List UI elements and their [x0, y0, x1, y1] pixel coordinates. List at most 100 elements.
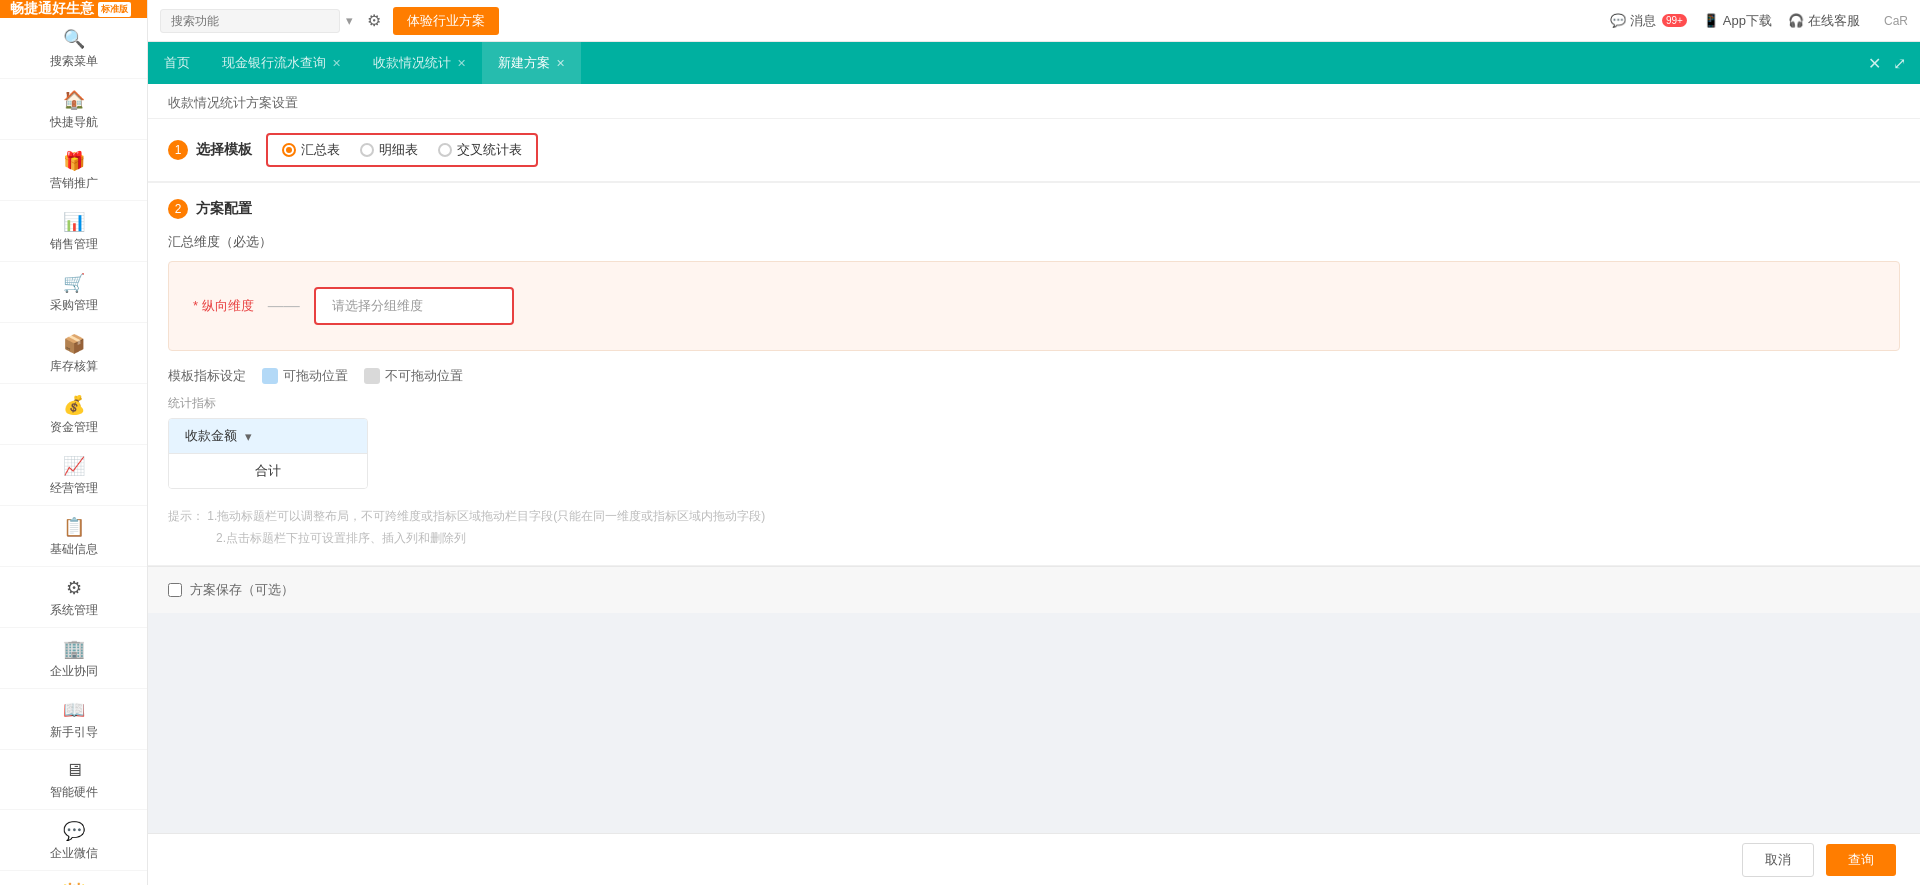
- indicator-table: 收款金额 ▾ 合计: [168, 418, 368, 489]
- crown-icon: 👑: [63, 881, 85, 885]
- template-section: 1 选择模板 汇总表 明细表 交叉统计表: [148, 119, 1920, 182]
- sidebar-item-wechat[interactable]: 💬 企业微信: [0, 810, 147, 871]
- tab-expand-icon[interactable]: ⤢: [1887, 54, 1912, 73]
- tab-new-plan[interactable]: 新建方案 ✕: [482, 42, 581, 84]
- sidebar-item-quicknav[interactable]: 🏠 快捷导航: [0, 79, 147, 140]
- gift-icon: 🎁: [63, 150, 85, 172]
- online-service-label: 在线客服: [1808, 12, 1860, 30]
- app-download-btn[interactable]: 📱 App下载: [1703, 12, 1772, 30]
- option-cross[interactable]: 交叉统计表: [438, 141, 522, 159]
- indicator-header-label: 收款金额: [185, 427, 237, 445]
- chart-icon: 📊: [63, 211, 85, 233]
- sidebar-item-member[interactable]: 👑 畅会员: [0, 871, 147, 885]
- monitor-icon: 🖥: [65, 760, 83, 781]
- sidebar-item-label: 采购管理: [50, 297, 98, 314]
- sidebar-item-system[interactable]: ⚙ 系统管理: [0, 567, 147, 628]
- tips: 提示： 1.拖动标题栏可以调整布局，不可跨维度或指标区域拖动栏目字段(只能在同一…: [168, 506, 1900, 549]
- sidebar-item-management[interactable]: 📈 经营管理: [0, 445, 147, 506]
- radio-detail-dot: [360, 143, 374, 157]
- cart-icon: 🛒: [63, 272, 85, 294]
- option-detail[interactable]: 明细表: [360, 141, 418, 159]
- tab-new-plan-label: 新建方案: [498, 54, 550, 72]
- money-icon: 💰: [63, 394, 85, 416]
- drag-unmovable-label: 不可拖动位置: [385, 367, 463, 385]
- search-menu-icon: 🔍: [63, 28, 85, 50]
- app-icon: 📱: [1703, 13, 1719, 28]
- tab-collection-stat-close[interactable]: ✕: [457, 57, 466, 70]
- sidebar-item-label: 快捷导航: [50, 114, 98, 131]
- sidebar-item-finance[interactable]: 💰 资金管理: [0, 384, 147, 445]
- tab-bank-flow[interactable]: 现金银行流水查询 ✕: [206, 42, 357, 84]
- tab-collection-stat[interactable]: 收款情况统计 ✕: [357, 42, 482, 84]
- indicator-header[interactable]: 收款金额 ▾: [169, 419, 367, 453]
- sidebar-item-purchase[interactable]: 🛒 采购管理: [0, 262, 147, 323]
- tab-home[interactable]: 首页: [148, 42, 206, 84]
- step2-title: 2 方案配置: [168, 199, 1900, 219]
- app-download-label: App下载: [1723, 12, 1772, 30]
- sidebar-item-label: 搜索菜单: [50, 53, 98, 70]
- sidebar-item-beginner[interactable]: 📖 新手引导: [0, 689, 147, 750]
- tip-1: 提示： 1.拖动标题栏可以调整布局，不可跨维度或指标区域拖动栏目字段(只能在同一…: [168, 506, 1900, 528]
- tab-close-icon[interactable]: ✕: [1862, 54, 1887, 73]
- sidebar-item-hardware[interactable]: 🖥 智能硬件: [0, 750, 147, 810]
- save-label: 方案保存（可选）: [190, 581, 294, 599]
- dimension-arrow-icon: ——: [268, 297, 300, 315]
- topbar-gear-icon[interactable]: ⚙: [367, 11, 381, 30]
- sidebar-item-label: 资金管理: [50, 419, 98, 436]
- chat-icon: 💬: [63, 820, 85, 842]
- enterprise-icon: 🏢: [63, 638, 85, 660]
- sidebar-item-label: 基础信息: [50, 541, 98, 558]
- indicator-cell: 合计: [169, 453, 367, 488]
- tab-bank-flow-label: 现金银行流水查询: [222, 54, 326, 72]
- sidebar-item-label: 营销推广: [50, 175, 98, 192]
- sidebar-item-label: 企业微信: [50, 845, 98, 862]
- sidebar-item-label: 智能硬件: [50, 784, 98, 801]
- logo-badge: 标准版: [98, 2, 131, 17]
- radio-cross-dot: [438, 143, 452, 157]
- content-area: 收款情况统计方案设置 1 选择模板 汇总表 明细表 交叉统计: [148, 84, 1920, 885]
- vertical-dim-label: 纵向维度: [193, 297, 254, 315]
- cancel-button[interactable]: 取消: [1742, 843, 1814, 877]
- sidebar-item-inventory[interactable]: 📦 库存核算: [0, 323, 147, 384]
- tabbar: 首页 现金银行流水查询 ✕ 收款情况统计 ✕ 新建方案 ✕ ✕ ⤢: [148, 42, 1920, 84]
- gear-icon: ⚙: [66, 577, 82, 599]
- indicator-title: 模板指标设定: [168, 367, 246, 385]
- tab-new-plan-close[interactable]: ✕: [556, 57, 565, 70]
- option-summary[interactable]: 汇总表: [282, 141, 340, 159]
- save-section: 方案保存（可选）: [148, 566, 1920, 613]
- industry-btn[interactable]: 体验行业方案: [393, 7, 499, 35]
- drag-movable-badge: 可拖动位置: [262, 367, 348, 385]
- message-btn[interactable]: 💬 消息 99+: [1610, 12, 1687, 30]
- tab-home-label: 首页: [164, 54, 190, 72]
- query-button[interactable]: 查询: [1826, 844, 1896, 876]
- sidebar-item-enterprise-collab[interactable]: 🏢 企业协同: [0, 628, 147, 689]
- user-name: CaR: [1884, 14, 1908, 28]
- sidebar: 畅捷通好生意 标准版 🔍 搜索菜单 🏠 快捷导航 🎁 营销推广 📊 销售管理 🛒…: [0, 0, 148, 885]
- config-section: 2 方案配置 汇总维度（必选） 纵向维度 —— 请选择分组维度 模板指标设定: [148, 183, 1920, 565]
- sidebar-item-label: 销售管理: [50, 236, 98, 253]
- chevron-down-icon[interactable]: ▾: [245, 429, 252, 444]
- footer-buttons: 取消 查询: [148, 833, 1920, 885]
- drag-unmovable-dot: [364, 368, 380, 384]
- drag-unmovable-badge: 不可拖动位置: [364, 367, 463, 385]
- online-service-btn[interactable]: 🎧 在线客服: [1788, 12, 1860, 30]
- sidebar-item-sales[interactable]: 📊 销售管理: [0, 201, 147, 262]
- topbar: ▾ ⚙ 体验行业方案 💬 消息 99+ 📱 App下载 🎧 在线客服 CaR: [148, 0, 1920, 42]
- message-icon: 💬: [1610, 13, 1626, 28]
- sidebar-item-search[interactable]: 🔍 搜索菜单: [0, 18, 147, 79]
- indicator-label: 统计指标: [168, 395, 1900, 412]
- sidebar-item-basic[interactable]: 📋 基础信息: [0, 506, 147, 567]
- sidebar-item-label: 系统管理: [50, 602, 98, 619]
- sidebar-item-marketing[interactable]: 🎁 营销推广: [0, 140, 147, 201]
- topbar-arrow-icon[interactable]: ▾: [346, 13, 353, 28]
- tab-bank-flow-close[interactable]: ✕: [332, 57, 341, 70]
- dimension-area: 纵向维度 —— 请选择分组维度: [168, 261, 1900, 351]
- step2-label: 方案配置: [196, 200, 252, 218]
- home-icon: 🏠: [63, 89, 85, 111]
- drag-movable-dot: [262, 368, 278, 384]
- step1-label: 选择模板: [196, 141, 252, 159]
- tabbar-controls: ✕ ⤢: [1862, 54, 1920, 73]
- search-input[interactable]: [160, 9, 340, 33]
- save-checkbox[interactable]: [168, 583, 182, 597]
- dimension-input[interactable]: 请选择分组维度: [314, 287, 514, 325]
